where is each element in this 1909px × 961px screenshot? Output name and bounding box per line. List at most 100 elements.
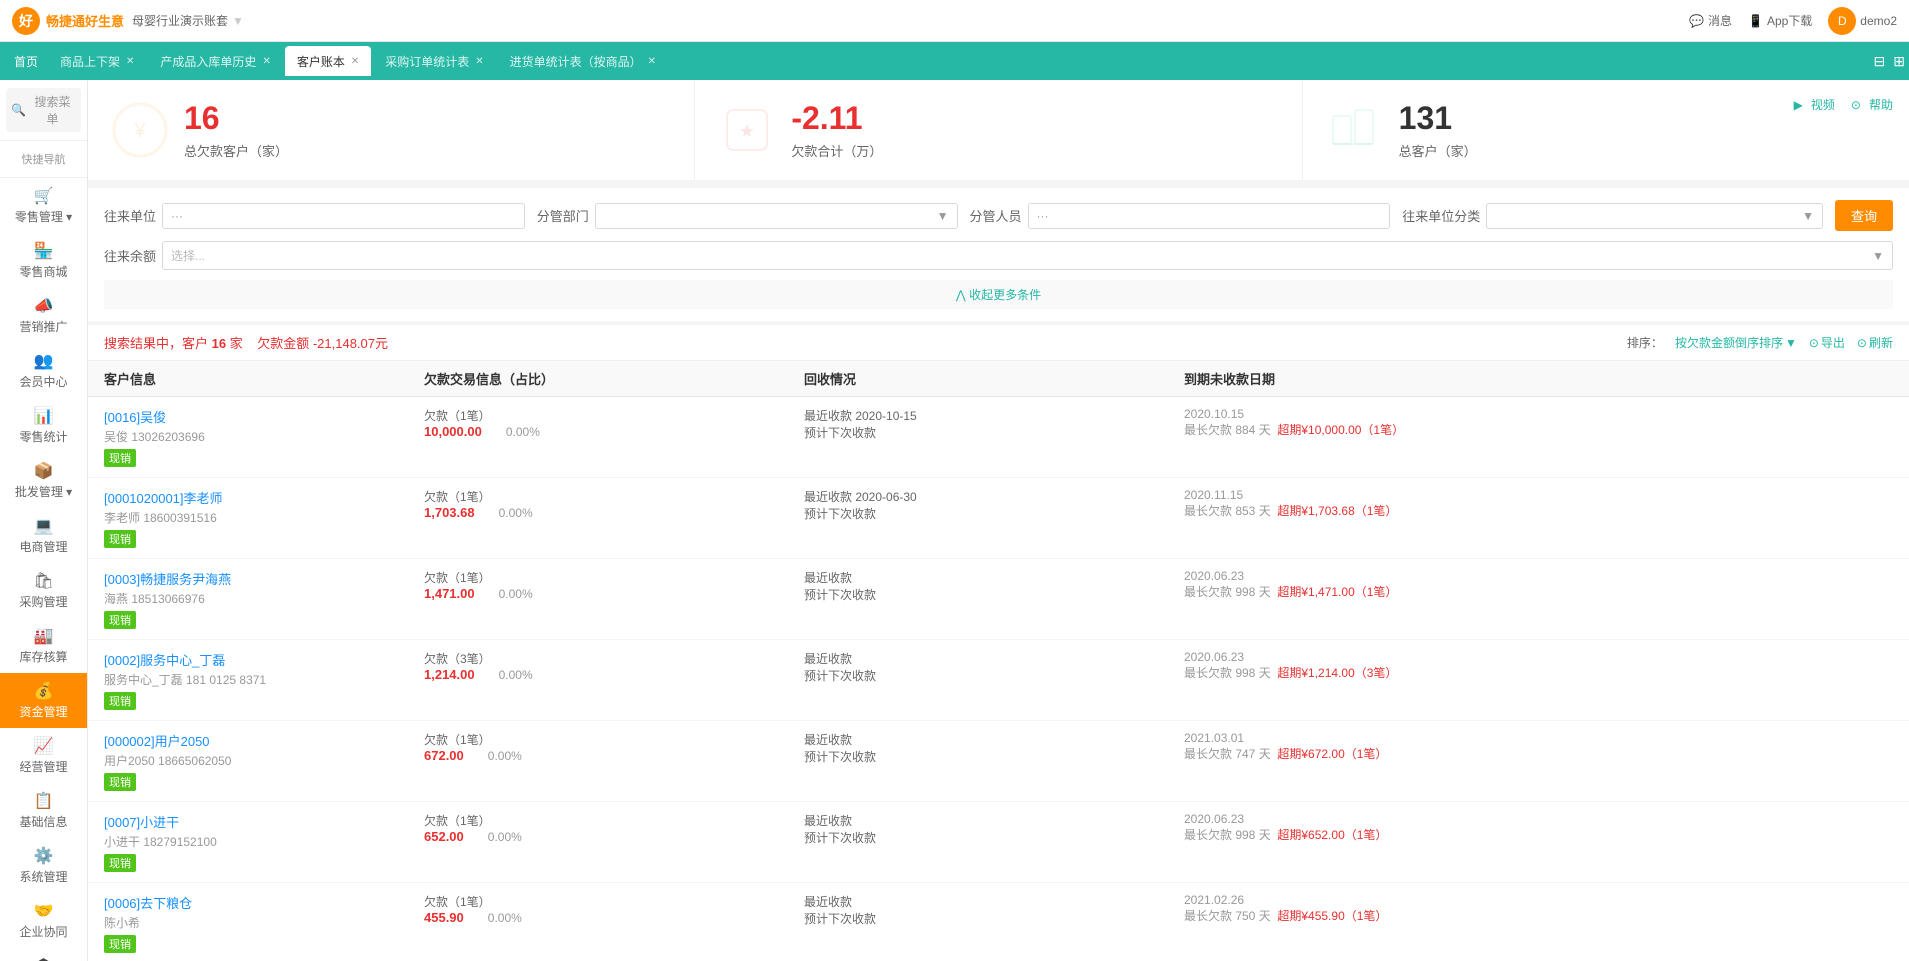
svg-text:¥: ¥ (133, 120, 146, 142)
sidebar-item-member-center[interactable]: 👥 会员中心 (0, 343, 87, 398)
tab-inventory-summary[interactable]: 进货单统计表（按商品） ✕ (498, 46, 668, 76)
overdue-link[interactable]: 超期¥1,214.00（3笔） (1277, 666, 1397, 680)
sidebar-item-marketing[interactable]: 📣 营销推广 (0, 288, 87, 343)
close-icon[interactable]: ✕ (648, 56, 656, 67)
person-input[interactable]: ··· (1028, 203, 1391, 229)
sidebar-item-purchase[interactable]: 🛍 采购管理 (0, 563, 87, 618)
debt-row: 672.00 0.00% (424, 748, 804, 763)
sidebar-item-label: 经营管理 (19, 758, 67, 775)
unit-category-select[interactable]: ▼ (1486, 203, 1823, 229)
tabs-maximize-icon[interactable]: ⊞ (1893, 53, 1905, 70)
sidebar-item-capital[interactable]: 💰 资金管理 (0, 673, 87, 728)
overdue-link[interactable]: 超期¥10,000.00（1笔） (1277, 423, 1404, 437)
stat-icon-debt-customers: ¥ (112, 102, 168, 158)
app-icon: 📱 (1748, 14, 1763, 28)
app-download-btn[interactable]: 📱 App下载 (1748, 12, 1812, 29)
sidebar-item-wholesale-mgmt[interactable]: 📦 批发管理 ▾ (0, 453, 87, 508)
collapse-row[interactable]: ⋀ 收起更多条件 (104, 280, 1893, 309)
customer-contact: 李老师 18600391516 (104, 509, 424, 526)
customer-name[interactable]: [0007]小进干 (104, 812, 424, 831)
search-menu-btn[interactable]: 🔍 搜索菜单 (6, 88, 81, 132)
sidebar-item-system[interactable]: ⚙️ 系统管理 (0, 838, 87, 893)
message-icon: 💬 (1689, 14, 1704, 28)
sidebar-item-enterprise[interactable]: 🤝 企业协同 (0, 893, 87, 948)
help-label[interactable]: 帮助 (1869, 96, 1893, 113)
close-icon[interactable]: ✕ (262, 56, 270, 67)
overdue-link[interactable]: 超期¥672.00（1笔） (1277, 747, 1387, 761)
ecommerce-icon: 💻 (34, 516, 54, 536)
customer-name[interactable]: [0001020001]李老师 (104, 488, 424, 507)
sidebar-item-newbie[interactable]: 🎓 新手引导 (0, 948, 87, 961)
tab-home[interactable]: 首页 (4, 46, 48, 76)
overdue-days: 最长欠款 853 天 超期¥1,703.68（1笔） (1184, 502, 1893, 519)
customer-tag: 现销 (104, 854, 136, 872)
due-date: 2020.11.15 (1184, 488, 1893, 502)
overdue-link[interactable]: 超期¥455.90（1笔） (1277, 909, 1387, 923)
filter-row-1: 往来单位 ··· 分管部门 ▼ 分管人员 ··· (104, 200, 1893, 231)
filter-person: 分管人员 ··· (970, 203, 1391, 229)
video-label[interactable]: 视频 (1811, 96, 1835, 113)
tab-goods-shelf[interactable]: 商品上下架 ✕ (48, 46, 146, 76)
chevron-down-icon: ▼ (1785, 336, 1797, 350)
message-btn[interactable]: 💬 消息 (1689, 12, 1732, 29)
close-icon[interactable]: ✕ (126, 56, 134, 67)
sidebar-item-basic-info[interactable]: 📋 基础信息 (0, 783, 87, 838)
overdue-days: 最长欠款 884 天 超期¥10,000.00（1笔） (1184, 421, 1893, 438)
stat-info-debt-customers: 16 总欠款客户（家） (184, 100, 670, 160)
tab-product-history[interactable]: 产成品入库单历史 ✕ (148, 46, 282, 76)
person-label: 分管人员 (970, 206, 1022, 225)
close-icon[interactable]: ✕ (475, 56, 483, 67)
sidebar-item-label: 批发管理 ▾ (15, 483, 72, 500)
sidebar-item-label: 基础信息 (19, 813, 67, 830)
tab-customer-account[interactable]: 客户账本 ✕ (285, 46, 371, 76)
source-unit-input[interactable]: ··· (162, 203, 525, 229)
col-header-customer: 客户信息 (104, 369, 424, 388)
top-bar-left: 好 畅捷通好生意 母婴行业演示账套 ▼ (12, 7, 244, 35)
debt-info-cell: 欠款（1笔） 1,471.00 0.00% (424, 569, 804, 601)
dept-label: 分管部门 (537, 206, 589, 225)
sidebar-item-operations[interactable]: 📈 经营管理 (0, 728, 87, 783)
tabs-minimize-icon[interactable]: ⊟ (1874, 53, 1886, 70)
customer-name[interactable]: [0002]服务中心_丁磊 (104, 650, 424, 669)
user-menu[interactable]: D demo2 (1828, 7, 1897, 35)
duedate-cell: 2021.02.26 最长欠款 750 天 超期¥455.90（1笔） (1184, 893, 1893, 924)
store-selector[interactable]: 母婴行业演示账套 ▼ (132, 12, 244, 29)
duedate-cell: 2020.06.23 最长欠款 998 天 超期¥652.00（1笔） (1184, 812, 1893, 843)
overdue-link[interactable]: 超期¥1,471.00（1笔） (1277, 585, 1397, 599)
search-btn[interactable]: 查询 (1835, 200, 1893, 231)
debt-info-cell: 欠款（1笔） 10,000.00 0.00% (424, 407, 804, 439)
collection-info-cell: 最近收款 预计下次收款 (804, 893, 1184, 927)
dept-select[interactable]: ▼ (595, 203, 958, 229)
export-btn[interactable]: ⊙ 导出 (1809, 334, 1845, 351)
customer-name[interactable]: [0016]吴俊 (104, 407, 424, 426)
refresh-btn[interactable]: ⊙ 刷新 (1857, 334, 1893, 351)
overdue-link[interactable]: 超期¥652.00（1笔） (1277, 828, 1387, 842)
stat-debt-total: ★ -2.11 欠款合计（万） (695, 80, 1302, 180)
debt-percent: 0.00% (499, 668, 533, 682)
customer-name[interactable]: [000002]用户2050 (104, 731, 424, 750)
close-icon[interactable]: ✕ (351, 56, 359, 67)
filter-unit-category: 往来单位分类 ▼ (1402, 203, 1823, 229)
logo-icon: 好 (12, 7, 40, 35)
customer-name[interactable]: [0006]去下粮仓 (104, 893, 424, 912)
balance-select[interactable]: 选择... ▼ (162, 241, 1893, 270)
sidebar-item-retail-stats[interactable]: 📊 零售统计 (0, 398, 87, 453)
tab-home-label: 首页 (14, 53, 38, 70)
stat-icon-total-customers (1327, 102, 1383, 158)
sort-btn[interactable]: 按欠款金额倒序排序 ▼ (1675, 334, 1797, 351)
debt-row: 455.90 0.00% (424, 910, 804, 925)
sidebar-item-retail-mall[interactable]: 🏪 零售商城 (0, 233, 87, 288)
overdue-link[interactable]: 超期¥1,703.68（1笔） (1277, 504, 1397, 518)
debt-amount: 1,703.68 (424, 505, 475, 520)
customer-info-cell: [0003]畅捷服务尹海燕 海燕 18513066976 现销 (104, 569, 424, 629)
tabs-bar: 首页 商品上下架 ✕ 产成品入库单历史 ✕ 客户账本 ✕ 采购订单统计表 ✕ 进… (0, 42, 1909, 80)
collection-info-cell: 最近收款 预计下次收款 (804, 569, 1184, 603)
sidebar-item-retail-mgmt[interactable]: 🛒 零售管理 ▾ (0, 178, 87, 233)
sidebar-item-inventory[interactable]: 🏭 库存核算 (0, 618, 87, 673)
customer-info-cell: [0016]吴俊 吴俊 13026203696 现销 (104, 407, 424, 467)
debt-percent: 0.00% (488, 830, 522, 844)
debt-row: 652.00 0.00% (424, 829, 804, 844)
customer-name[interactable]: [0003]畅捷服务尹海燕 (104, 569, 424, 588)
sidebar-item-ecommerce[interactable]: 💻 电商管理 (0, 508, 87, 563)
tab-purchase-summary[interactable]: 采购订单统计表 ✕ (373, 46, 495, 76)
